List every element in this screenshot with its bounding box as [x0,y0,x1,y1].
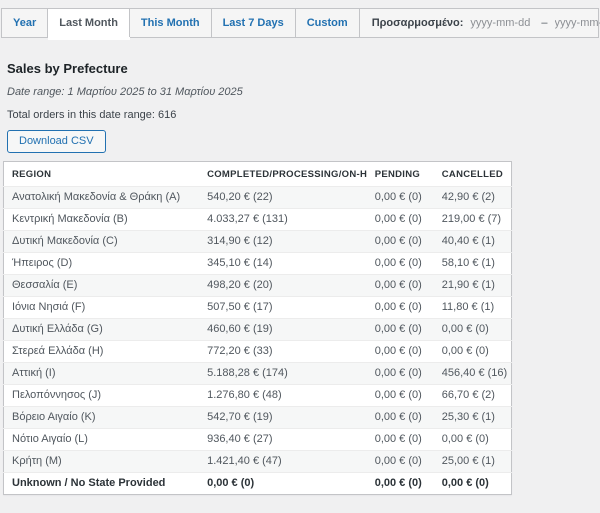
region-cell: Πελοπόννησος (J) [3,384,200,407]
table-body: Ανατολική Μακεδονία & Θράκη (A) 540,20 € … [3,186,512,495]
range-tabs: Year Last Month This Month Last 7 Days Custo… [2,9,360,37]
completed-cell: 5.188,28 € (174) [199,362,367,385]
completed-cell: 314,90 € (12) [199,230,367,253]
tab-last-7-days[interactable]: Last 7 Days [212,9,296,37]
date-to-input[interactable] [554,15,600,31]
table-row: Στερεά Ελλάδα (H) 772,20 € (33) 0,00 € (0)… [3,340,512,363]
completed-cell: 0,00 € (0) [199,472,367,495]
cancelled-cell: 0,00 € (0) [433,340,512,363]
pending-cell: 0,00 € (0) [366,428,434,451]
region-cell: Δυτική Μακεδονία (C) [3,230,200,253]
completed-cell: 1.421,40 € (47) [199,450,367,473]
table-row: Unknown / No State Provided 0,00 € (0) 0,0… [3,472,512,495]
cancelled-cell: 0,00 € (0) [433,472,512,495]
region-cell: Αττική (I) [3,362,200,385]
table-header-row: REGION COMPLETED/PROCESSING/ON-HOLD PENDIN… [4,162,512,187]
cancelled-cell: 42,90 € (2) [433,186,512,209]
region-cell: Νότιο Αιγαίο (L) [3,428,200,451]
report-header: Sales by Prefecture Date range: 1 Μαρτίο… [0,61,600,154]
table-row: Ήπειρος (D) 345,10 € (14) 0,00 € (0) 58,10 … [3,252,512,275]
region-cell: Δυτική Ελλάδα (G) [3,318,200,341]
pending-cell: 0,00 € (0) [366,384,434,407]
tab-this-month[interactable]: This Month [130,9,212,37]
table-row: Δυτική Ελλάδα (G) 460,60 € (19) 0,00 € (0)… [3,318,512,341]
pending-cell: 0,00 € (0) [366,230,434,253]
cancelled-cell: 11,80 € (1) [433,296,512,319]
table-row: Ανατολική Μακεδονία & Θράκη (A) 540,20 € … [3,186,512,209]
custom-range-label: Προσαρμοσμένο: [371,17,464,29]
cancelled-cell: 58,10 € (1) [433,252,512,275]
cancelled-cell: 219,00 € (7) [433,208,512,231]
completed-cell: 772,20 € (33) [199,340,367,363]
custom-range-area: Προσαρμοσμένο: – Μετάβαση [360,9,600,37]
cancelled-cell: 66,70 € (2) [433,384,512,407]
cancelled-cell: 40,40 € (1) [433,230,512,253]
cancelled-cell: 25,30 € (1) [433,406,512,429]
completed-cell: 1.276,80 € (48) [199,384,367,407]
completed-cell: 540,20 € (22) [199,186,367,209]
report-range-tabbar: Year Last Month This Month Last 7 Days Custo… [1,8,600,38]
cancelled-cell: 0,00 € (0) [433,428,512,451]
date-range-separator: – [541,17,548,29]
tab-last-month[interactable]: Last Month [48,9,130,37]
table-row: Ιόνια Νησιά (F) 507,50 € (17) 0,00 € (0) 11… [3,296,512,319]
region-cell: Ανατολική Μακεδονία & Θράκη (A) [3,186,200,209]
sales-table-container: REGION COMPLETED/PROCESSING/ON-HOLD PENDIN… [3,161,512,496]
completed-cell: 345,10 € (14) [199,252,367,275]
sales-by-prefecture-table: REGION COMPLETED/PROCESSING/ON-HOLD PENDIN… [3,161,512,496]
tab-custom[interactable]: Custom [296,9,360,37]
orders-total-text: Total orders in this date range: 616 [7,109,177,121]
completed-cell: 460,60 € (19) [199,318,367,341]
region-cell: Κεντρική Μακεδονία (B) [3,208,200,231]
completed-cell: 498,20 € (20) [199,274,367,297]
table-row: Νότιο Αιγαίο (L) 936,40 € (27) 0,00 € (0) 0… [3,428,512,451]
pending-cell: 0,00 € (0) [366,252,434,275]
pending-cell: 0,00 € (0) [366,208,434,231]
table-row: Θεσσαλία (E) 498,20 € (20) 0,00 € (0) 21,90… [3,274,512,297]
column-header: CANCELLED [441,169,504,181]
pending-cell: 0,00 € (0) [366,340,434,363]
column-header: PENDING [374,169,421,181]
date-range-text: Date range: 1 Μαρτίου 2025 to 31 Μαρτίου… [7,86,243,98]
table-row: Πελοπόννησος (J) 1.276,80 € (48) 0,00 € (0… [3,384,512,407]
region-cell: Θεσσαλία (E) [3,274,200,297]
region-cell: Κρήτη (M) [3,450,200,473]
table-row: Κρήτη (M) 1.421,40 € (47) 0,00 € (0) 25,00 … [3,450,512,473]
completed-cell: 542,70 € (19) [199,406,367,429]
region-cell: Ήπειρος (D) [3,252,200,275]
pending-cell: 0,00 € (0) [366,296,434,319]
region-cell: Βόρειο Αιγαίο (K) [3,406,200,429]
pending-cell: 0,00 € (0) [366,318,434,341]
table-row: Κεντρική Μακεδονία (B) 4.033,27 € (131) 0,… [3,208,512,231]
completed-cell: 507,50 € (17) [199,296,367,319]
pending-cell: 0,00 € (0) [366,406,434,429]
region-cell: Unknown / No State Provided [3,472,200,495]
cancelled-cell: 0,00 € (0) [433,318,512,341]
pending-cell: 0,00 € (0) [366,362,434,385]
region-cell: Ιόνια Νησιά (F) [3,296,200,319]
page-title: Sales by Prefecture [7,61,128,76]
table-row: Αττική (I) 5.188,28 € (174) 0,00 € (0) 456,… [3,362,512,385]
cancelled-cell: 25,00 € (1) [433,450,512,473]
pending-cell: 0,00 € (0) [366,274,434,297]
region-cell: Στερεά Ελλάδα (H) [3,340,200,363]
tab-year[interactable]: Year [2,9,49,37]
date-from-input[interactable] [470,15,535,31]
download-csv-button[interactable]: Download CSV [7,130,106,154]
column-header: COMPLETED/PROCESSING/ON-HOLD [207,169,367,181]
column-header: REGION [12,169,52,181]
table-row: Δυτική Μακεδονία (C) 314,90 € (12) 0,00 € … [3,230,512,253]
cancelled-cell: 21,90 € (1) [433,274,512,297]
pending-cell: 0,00 € (0) [366,186,434,209]
completed-cell: 4.033,27 € (131) [199,208,367,231]
pending-cell: 0,00 € (0) [366,450,434,473]
completed-cell: 936,40 € (27) [199,428,367,451]
table-row: Βόρειο Αιγαίο (K) 542,70 € (19) 0,00 € (0)… [3,406,512,429]
cancelled-cell: 456,40 € (16) [433,362,512,385]
pending-cell: 0,00 € (0) [366,472,434,495]
